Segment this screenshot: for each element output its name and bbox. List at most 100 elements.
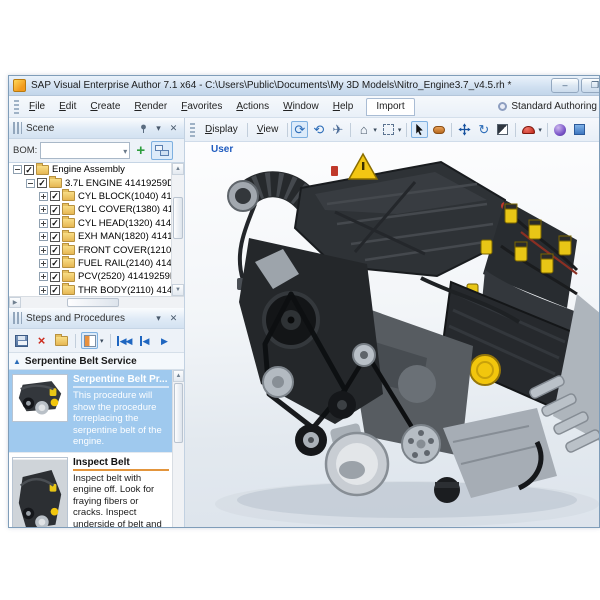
menu-favorites[interactable]: Favorites (174, 98, 229, 115)
shading-icon[interactable] (494, 121, 511, 138)
scroll-right-arrow[interactable]: ▶ (9, 297, 21, 308)
dropdown-arrow-icon[interactable]: ▾ (398, 126, 402, 134)
pan-icon[interactable] (456, 121, 473, 138)
expand-node-icon[interactable] (39, 272, 48, 282)
tree-row[interactable]: ✓ CYL HEAD(1320) 41419 (9, 216, 171, 230)
visibility-checkbox[interactable]: ✓ (50, 218, 60, 229)
delete-step-icon[interactable]: × (33, 332, 50, 349)
nav-first-icon[interactable]: ◀◀ (116, 332, 133, 349)
tree-row[interactable]: ✓ PCV(2520) 41419259DD (9, 269, 171, 283)
visibility-checkbox[interactable]: ✓ (50, 245, 60, 256)
cap-tool-icon[interactable] (520, 121, 537, 138)
steps-vertical-scrollbar[interactable]: ▲ (172, 370, 184, 527)
expand-node-icon[interactable] (39, 205, 48, 215)
step-item[interactable]: Serpentine Belt Pr... This procedure will… (9, 370, 172, 453)
menu-help[interactable]: Help (326, 98, 361, 115)
tree-horizontal-scrollbar[interactable]: ◀ ▶ (9, 296, 184, 308)
nav-prev-icon[interactable]: ◀ (136, 332, 153, 349)
tree-row[interactable]: ✓ 3.7L ENGINE 41419259DB8 (9, 176, 171, 189)
menu-render[interactable]: Render (127, 98, 174, 115)
menu-file[interactable]: File (22, 98, 52, 115)
close-icon[interactable]: ✕ (167, 122, 180, 135)
add-bom-button[interactable]: + (133, 143, 148, 158)
menu-grip[interactable] (14, 99, 19, 114)
fly-icon[interactable]: ✈ (329, 121, 346, 138)
tree-row[interactable]: ✓ Engine Assembly (9, 163, 171, 176)
dropdown-arrow-icon[interactable]: ▾ (538, 126, 542, 134)
marquee-select-icon[interactable] (380, 121, 397, 138)
panel-grip[interactable] (13, 122, 22, 134)
procedure-section-header[interactable]: ▲ Serpentine Belt Service (9, 353, 184, 370)
collapse-node-icon[interactable] (13, 165, 22, 175)
panel-grip[interactable] (13, 312, 22, 324)
visibility-checkbox[interactable]: ✓ (50, 231, 60, 242)
tree-row[interactable]: ✓ EXH MAN(1820) 41419. (9, 229, 171, 243)
minimize-button[interactable]: – (551, 78, 579, 93)
tree-node-label[interactable]: CYL COVER(1380) 4141 (78, 204, 171, 215)
scroll-down-arrow[interactable]: ▼ (172, 284, 184, 296)
bom-structure-button[interactable] (151, 141, 174, 160)
expand-node-icon[interactable] (39, 191, 48, 201)
tree-node-label[interactable]: THR BODY(2110) 41419 (78, 285, 171, 296)
tree-row[interactable]: ✓ CYL BLOCK(1040) 4141 (9, 189, 171, 203)
spin-icon[interactable]: ⟲ (310, 121, 327, 138)
visibility-checkbox[interactable]: ✓ (24, 164, 34, 175)
toolbar-grip[interactable] (190, 122, 195, 137)
tree-row[interactable]: ✓ FUEL RAIL(2140) 41419. (9, 256, 171, 270)
engine-3d-model[interactable] (185, 142, 599, 527)
scrollbar-thumb[interactable] (174, 383, 183, 443)
texture-icon[interactable] (571, 121, 588, 138)
step-item[interactable]: Inspect Belt Inspect belt with engine off… (9, 453, 172, 527)
visibility-checkbox[interactable]: ✓ (37, 178, 47, 189)
tree-row[interactable]: ✓ CYL COVER(1380) 4141 (9, 202, 171, 216)
menu-edit[interactable]: Edit (52, 98, 83, 115)
maximize-button[interactable]: ❐ (581, 78, 599, 93)
dropdown-arrow-icon[interactable]: ▾ (373, 126, 377, 134)
visibility-checkbox[interactable]: ✓ (50, 271, 60, 282)
tree-node-label[interactable]: CYL HEAD(1320) 41419 (78, 218, 171, 229)
expand-node-icon[interactable] (39, 258, 48, 268)
save-procedure-icon[interactable] (13, 332, 30, 349)
scene-panel-header[interactable]: Scene ▾ ✕ (9, 118, 184, 139)
material-sphere-icon[interactable] (552, 121, 569, 138)
tree-node-label[interactable]: FRONT COVER(1210) 4. (78, 245, 171, 256)
menu-import-tab[interactable]: Import (366, 97, 415, 116)
step-title[interactable]: Inspect Belt (73, 457, 169, 471)
visibility-checkbox[interactable]: ✓ (50, 191, 60, 202)
scroll-up-arrow[interactable]: ▲ (173, 370, 184, 382)
dropdown-arrow-icon[interactable]: ▾ (100, 337, 104, 345)
tree-row[interactable]: ✓ THR BODY(2110) 41419 (9, 283, 171, 296)
scrollbar-thumb[interactable] (173, 197, 183, 239)
collapse-icon[interactable]: ▲ (13, 357, 21, 366)
3d-viewport[interactable]: User (185, 142, 599, 527)
view-menu[interactable]: View (251, 122, 285, 137)
steps-panel-header[interactable]: Steps and Procedures ▾ ✕ (9, 308, 184, 329)
title-bar[interactable]: SAP Visual Enterprise Author 7.1 x64 - C… (9, 76, 599, 96)
tree-node-label[interactable]: Engine Assembly (52, 164, 125, 175)
display-menu[interactable]: Display (199, 122, 244, 137)
expand-node-icon[interactable] (39, 232, 48, 242)
tree-row[interactable]: ✓ FRONT COVER(1210) 4. (9, 243, 171, 256)
tree-node-label[interactable]: PCV(2520) 41419259DD (78, 271, 171, 282)
bom-select[interactable]: ▾ (40, 142, 131, 159)
scroll-up-arrow[interactable]: ▲ (172, 163, 184, 175)
open-procedure-icon[interactable] (53, 332, 70, 349)
chevron-down-icon[interactable]: ▾ (152, 122, 165, 135)
visibility-checkbox[interactable]: ✓ (50, 204, 60, 215)
rotate-view-icon[interactable]: ↻ (475, 121, 492, 138)
measure-icon[interactable] (430, 121, 447, 138)
tree-node-label[interactable]: FUEL RAIL(2140) 41419. (78, 258, 171, 269)
orbit-rotate-icon[interactable]: ⟳ (291, 121, 309, 138)
chevron-down-icon[interactable]: ▾ (152, 312, 165, 325)
layout-view-icon[interactable] (81, 332, 98, 349)
tree-vertical-scrollbar[interactable]: ▲ ▼ (171, 163, 184, 296)
collapse-node-icon[interactable] (26, 178, 35, 188)
expand-node-icon[interactable] (39, 285, 48, 295)
step-title[interactable]: Serpentine Belt Pr... (73, 374, 169, 388)
tree-node-label[interactable]: 3.7L ENGINE 41419259DB8 (65, 178, 171, 189)
nav-next-icon[interactable]: ▶ (156, 332, 173, 349)
menu-actions[interactable]: Actions (229, 98, 276, 115)
pin-icon[interactable] (137, 122, 150, 135)
menu-window[interactable]: Window (276, 98, 326, 115)
menu-create[interactable]: Create (83, 98, 127, 115)
